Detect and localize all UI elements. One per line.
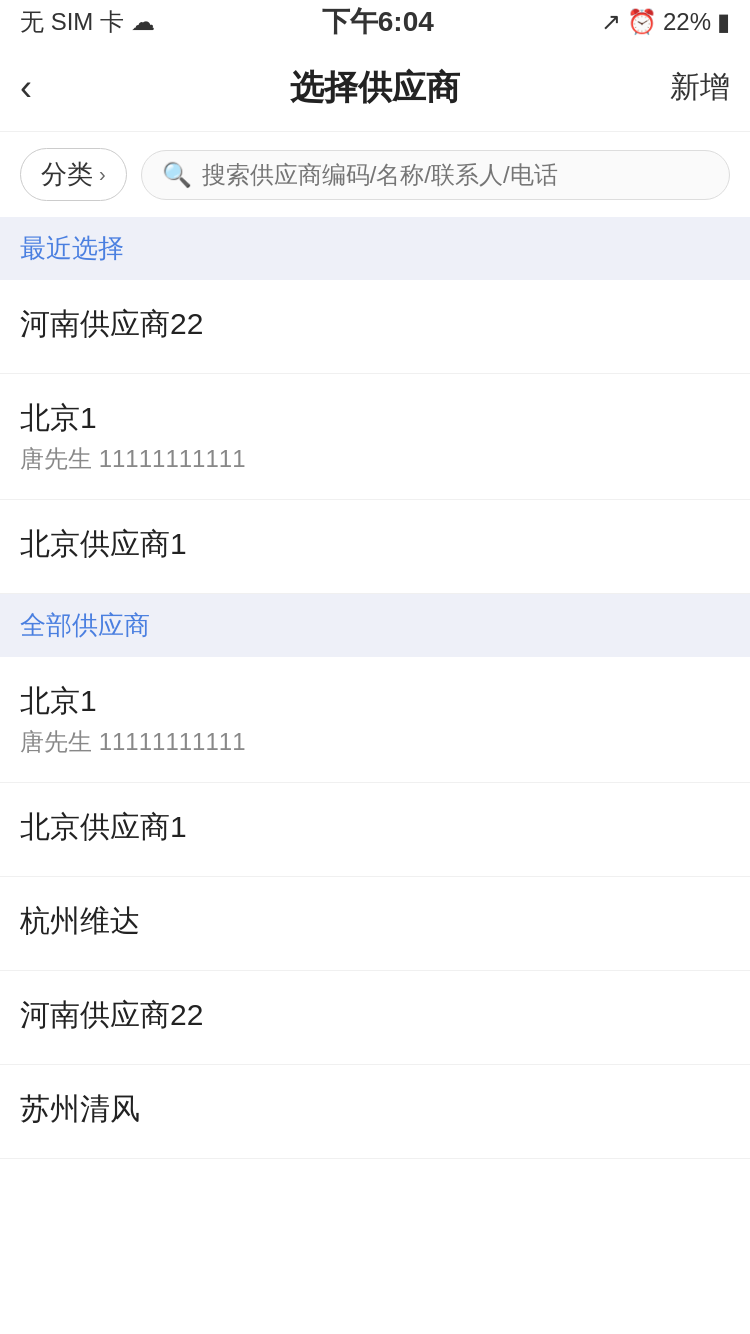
filter-bar: 分类 › 🔍: [0, 132, 750, 217]
list-item[interactable]: 河南供应商22: [0, 280, 750, 374]
item-name: 河南供应商22: [20, 995, 730, 1036]
item-name: 北京1: [20, 398, 730, 439]
nav-bar: ‹ 选择供应商 新增: [0, 44, 750, 132]
list-item[interactable]: 北京供应商1: [0, 783, 750, 877]
list-item[interactable]: 杭州维达: [0, 877, 750, 971]
recent-items-list: 河南供应商22 北京1 唐先生 11111111111 北京供应商1: [0, 280, 750, 594]
status-left: 无 SIM 卡 ☁: [20, 6, 155, 38]
recent-section-label: 最近选择: [20, 233, 124, 263]
status-bar: 无 SIM 卡 ☁ 下午6:04 ↗ ⏰ 22% ▮: [0, 0, 750, 44]
all-section-label: 全部供应商: [20, 610, 150, 640]
recent-section-header: 最近选择: [0, 217, 750, 280]
location-icon: ↗: [601, 8, 621, 36]
item-name: 河南供应商22: [20, 304, 730, 345]
category-label: 分类: [41, 157, 93, 192]
search-input[interactable]: [202, 161, 709, 189]
item-name: 北京供应商1: [20, 524, 730, 565]
all-section-header: 全部供应商: [0, 594, 750, 657]
category-button[interactable]: 分类 ›: [20, 148, 127, 201]
status-time: 下午6:04: [322, 3, 434, 41]
battery-icon: ▮: [717, 8, 730, 36]
list-item[interactable]: 北京1 唐先生 11111111111: [0, 374, 750, 500]
list-item[interactable]: 河南供应商22: [0, 971, 750, 1065]
list-item[interactable]: 苏州清风: [0, 1065, 750, 1159]
no-sim-text: 无 SIM 卡 ☁: [20, 6, 155, 38]
list-item[interactable]: 北京1 唐先生 11111111111: [0, 657, 750, 783]
item-sub: 唐先生 11111111111: [20, 726, 730, 758]
item-name: 杭州维达: [20, 901, 730, 942]
battery-text: 22%: [663, 8, 711, 36]
alarm-icon: ⏰: [627, 8, 657, 36]
all-items-list: 北京1 唐先生 11111111111 北京供应商1 杭州维达河南供应商22 苏州清风: [0, 657, 750, 1159]
category-arrow-icon: ›: [99, 163, 106, 186]
item-name: 北京1: [20, 681, 730, 722]
page-title: 选择供应商: [290, 65, 460, 111]
add-button[interactable]: 新增: [670, 67, 730, 108]
item-sub: 唐先生 11111111111: [20, 443, 730, 475]
item-name: 北京供应商1: [20, 807, 730, 848]
search-icon: 🔍: [162, 161, 192, 189]
list-item[interactable]: 北京供应商1: [0, 500, 750, 594]
item-name: 苏州清风: [20, 1089, 730, 1130]
search-box[interactable]: 🔍: [141, 150, 730, 200]
status-right: ↗ ⏰ 22% ▮: [601, 8, 730, 36]
back-button[interactable]: ‹: [20, 67, 80, 109]
